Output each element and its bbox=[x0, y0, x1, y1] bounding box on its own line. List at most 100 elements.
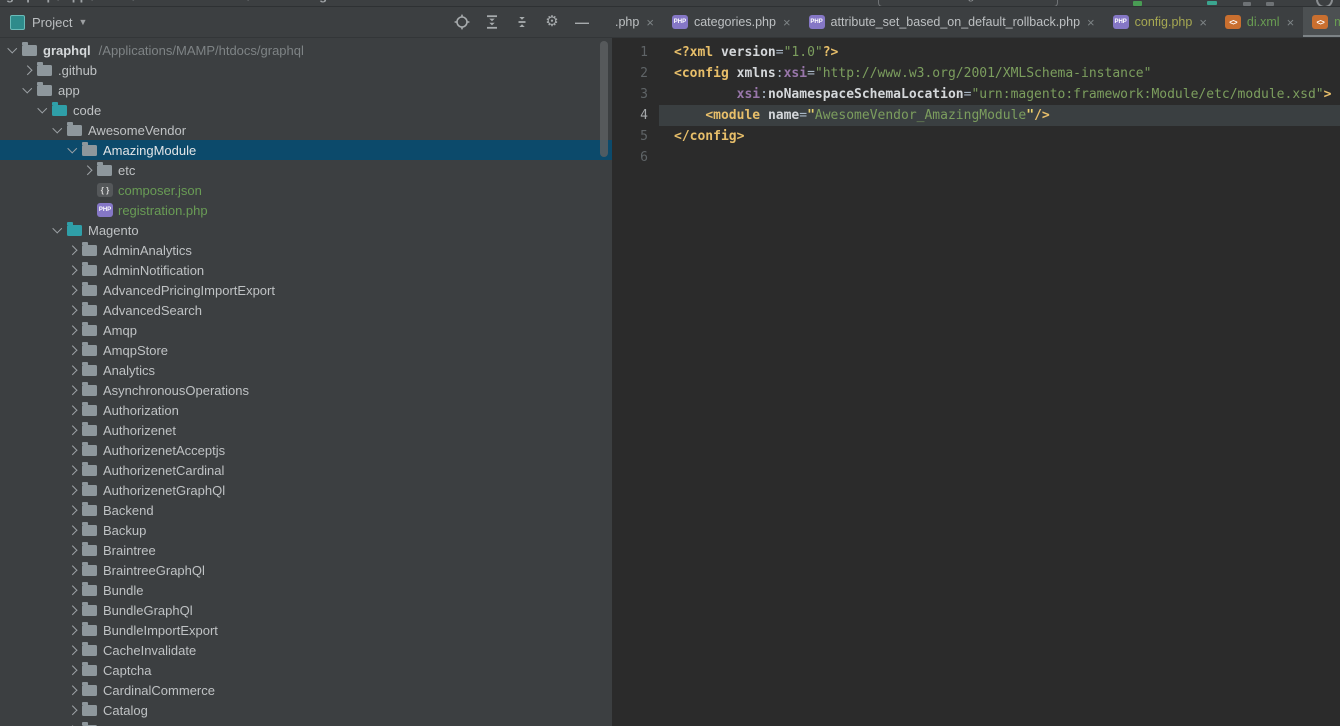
tree-item-amqpstore[interactable]: AmqpStore bbox=[0, 340, 612, 360]
chevron-right-icon[interactable] bbox=[68, 705, 77, 714]
tree-item-adminnotification[interactable]: AdminNotification bbox=[0, 260, 612, 280]
chevron-right-icon[interactable] bbox=[68, 465, 77, 474]
chevron-right-icon[interactable] bbox=[68, 545, 77, 554]
chevron-right-icon[interactable] bbox=[68, 325, 77, 334]
chevron-down-icon[interactable] bbox=[8, 44, 17, 53]
folder-icon bbox=[82, 305, 97, 316]
tree-item-captcha[interactable]: Captcha bbox=[0, 660, 612, 680]
chevron-down-icon[interactable] bbox=[53, 224, 62, 233]
editor-tab-categories-php[interactable]: PHPcategories.php× bbox=[663, 7, 800, 37]
chevron-right-icon[interactable] bbox=[68, 605, 77, 614]
tree-item-partial[interactable] bbox=[0, 720, 612, 726]
chevron-right-icon[interactable] bbox=[68, 265, 77, 274]
tree-item-magento[interactable]: Magento bbox=[0, 220, 612, 240]
tab-close-icon[interactable]: × bbox=[1199, 15, 1207, 30]
project-panel-header[interactable]: Project ▼ bbox=[0, 7, 606, 37]
collapse-all-icon[interactable] bbox=[514, 14, 530, 30]
tree-item-amqp[interactable]: Amqp bbox=[0, 320, 612, 340]
code-area[interactable]: <?xml version="1.0"?><config xmlns:xsi="… bbox=[659, 42, 1340, 726]
chevron-right-icon[interactable] bbox=[68, 385, 77, 394]
tree-item-braintreegraphql[interactable]: BraintreeGraphQl bbox=[0, 560, 612, 580]
tree-item-authorizenetacceptjs[interactable]: AuthorizenetAcceptjs bbox=[0, 440, 612, 460]
tree-item-adminanalytics[interactable]: AdminAnalytics bbox=[0, 240, 612, 260]
tree-item-bundleimportexport[interactable]: BundleImportExport bbox=[0, 620, 612, 640]
tree-item-cardinalcommerce[interactable]: CardinalCommerce bbox=[0, 680, 612, 700]
chevron-down-icon[interactable] bbox=[53, 124, 62, 133]
tree-item-awesomevendor[interactable]: AwesomeVendor bbox=[0, 120, 612, 140]
chevron-right-icon[interactable] bbox=[68, 565, 77, 574]
chevron-right-icon[interactable] bbox=[23, 65, 32, 74]
folder-icon bbox=[82, 685, 97, 696]
tree-item-catalog[interactable]: Catalog bbox=[0, 700, 612, 720]
tab-close-icon[interactable]: × bbox=[1287, 15, 1295, 30]
tree-item-composer.json[interactable]: { }composer.json bbox=[0, 180, 612, 200]
tree-item-analytics[interactable]: Analytics bbox=[0, 360, 612, 380]
project-tree-panel: graphql/Applications/MAMP/htdocs/graphql… bbox=[0, 38, 612, 726]
folder-icon bbox=[82, 585, 97, 596]
tab-close-icon[interactable]: × bbox=[1087, 15, 1095, 30]
chevron-right-icon[interactable] bbox=[68, 405, 77, 414]
editor-tab-module-xml[interactable]: <>module.xml bbox=[1303, 7, 1340, 37]
editor-tab-php[interactable]: .php× bbox=[606, 7, 663, 37]
tree-item-etc[interactable]: etc bbox=[0, 160, 612, 180]
tree-item-app[interactable]: app bbox=[0, 80, 612, 100]
tab-close-icon[interactable]: × bbox=[646, 15, 654, 30]
chevron-right-icon[interactable] bbox=[68, 345, 77, 354]
chevron-right-icon[interactable] bbox=[68, 645, 77, 654]
tree-item-cacheinvalidate[interactable]: CacheInvalidate bbox=[0, 640, 612, 660]
code-editor[interactable]: 123456 <?xml version="1.0"?><config xmln… bbox=[614, 38, 1340, 726]
tree-item-registration.php[interactable]: PHPregistration.php bbox=[0, 200, 612, 220]
chevron-right-icon[interactable] bbox=[68, 305, 77, 314]
chevron-down-icon[interactable] bbox=[23, 84, 32, 93]
chevron-down-icon[interactable]: ▼ bbox=[78, 17, 87, 27]
chevron-right-icon[interactable] bbox=[68, 485, 77, 494]
locate-icon[interactable] bbox=[454, 14, 470, 30]
tree-item-advancedsearch[interactable]: AdvancedSearch bbox=[0, 300, 612, 320]
tree-item-graphql[interactable]: graphql/Applications/MAMP/htdocs/graphql bbox=[0, 40, 612, 60]
tree-item-braintree[interactable]: Braintree bbox=[0, 540, 612, 560]
tree-item-backend[interactable]: Backend bbox=[0, 500, 612, 520]
chevron-right-icon[interactable] bbox=[68, 245, 77, 254]
chevron-right-icon[interactable] bbox=[68, 505, 77, 514]
chevron-right-icon[interactable] bbox=[68, 525, 77, 534]
tree-item-label: Backend bbox=[103, 503, 154, 518]
tree-item-backup[interactable]: Backup bbox=[0, 520, 612, 540]
tree-item-authorizenet[interactable]: Authorizenet bbox=[0, 420, 612, 440]
tree-item-authorization[interactable]: Authorization bbox=[0, 400, 612, 420]
php-file-icon: PHP bbox=[672, 15, 688, 29]
tree-item-amazingmodule[interactable]: AmazingModule bbox=[0, 140, 612, 160]
settings-gear-icon[interactable]: ⚙ bbox=[544, 14, 560, 30]
project-scrollbar-thumb[interactable] bbox=[600, 41, 608, 157]
editor-gutter[interactable]: 123456 bbox=[614, 42, 659, 726]
breadcrumb[interactable]: graphql / app / code / AwesomeVendor / A… bbox=[6, 0, 373, 3]
tree-item-.github[interactable]: .github bbox=[0, 60, 612, 80]
run-configuration-button[interactable]: Add Configuration... bbox=[878, 0, 1058, 7]
chevron-right-icon[interactable] bbox=[68, 425, 77, 434]
chevron-right-icon[interactable] bbox=[83, 165, 92, 174]
chevron-right-icon[interactable] bbox=[68, 445, 77, 454]
tree-item-label: etc bbox=[118, 163, 135, 178]
chevron-down-icon[interactable] bbox=[38, 104, 47, 113]
folder-icon bbox=[97, 165, 112, 176]
tree-item-asynchronousoperations[interactable]: AsynchronousOperations bbox=[0, 380, 612, 400]
chevron-right-icon[interactable] bbox=[68, 285, 77, 294]
tree-item-authorizenetcardinal[interactable]: AuthorizenetCardinal bbox=[0, 460, 612, 480]
editor-tab-attribute-set-based-on-default-rollback-php[interactable]: PHPattribute_set_based_on_default_rollba… bbox=[800, 7, 1104, 37]
expand-all-icon[interactable] bbox=[484, 14, 500, 30]
tree-item-advancedpricingimportexport[interactable]: AdvancedPricingImportExport bbox=[0, 280, 612, 300]
tree-item-label: AdvancedSearch bbox=[103, 303, 202, 318]
tree-item-bundle[interactable]: Bundle bbox=[0, 580, 612, 600]
tree-item-code[interactable]: code bbox=[0, 100, 612, 120]
tree-item-bundlegraphql[interactable]: BundleGraphQl bbox=[0, 600, 612, 620]
tab-close-icon[interactable]: × bbox=[783, 15, 791, 30]
chevron-right-icon[interactable] bbox=[68, 365, 77, 374]
chevron-right-icon[interactable] bbox=[68, 665, 77, 674]
chevron-right-icon[interactable] bbox=[68, 625, 77, 634]
chevron-right-icon[interactable] bbox=[68, 585, 77, 594]
tree-item-authorizenetgraphql[interactable]: AuthorizenetGraphQl bbox=[0, 480, 612, 500]
chevron-down-icon[interactable] bbox=[68, 144, 77, 153]
editor-tab-config-php[interactable]: PHPconfig.php× bbox=[1104, 7, 1216, 37]
chevron-right-icon[interactable] bbox=[68, 685, 77, 694]
editor-tab-di-xml[interactable]: <>di.xml× bbox=[1216, 7, 1303, 37]
hide-panel-icon[interactable]: — bbox=[574, 14, 590, 30]
